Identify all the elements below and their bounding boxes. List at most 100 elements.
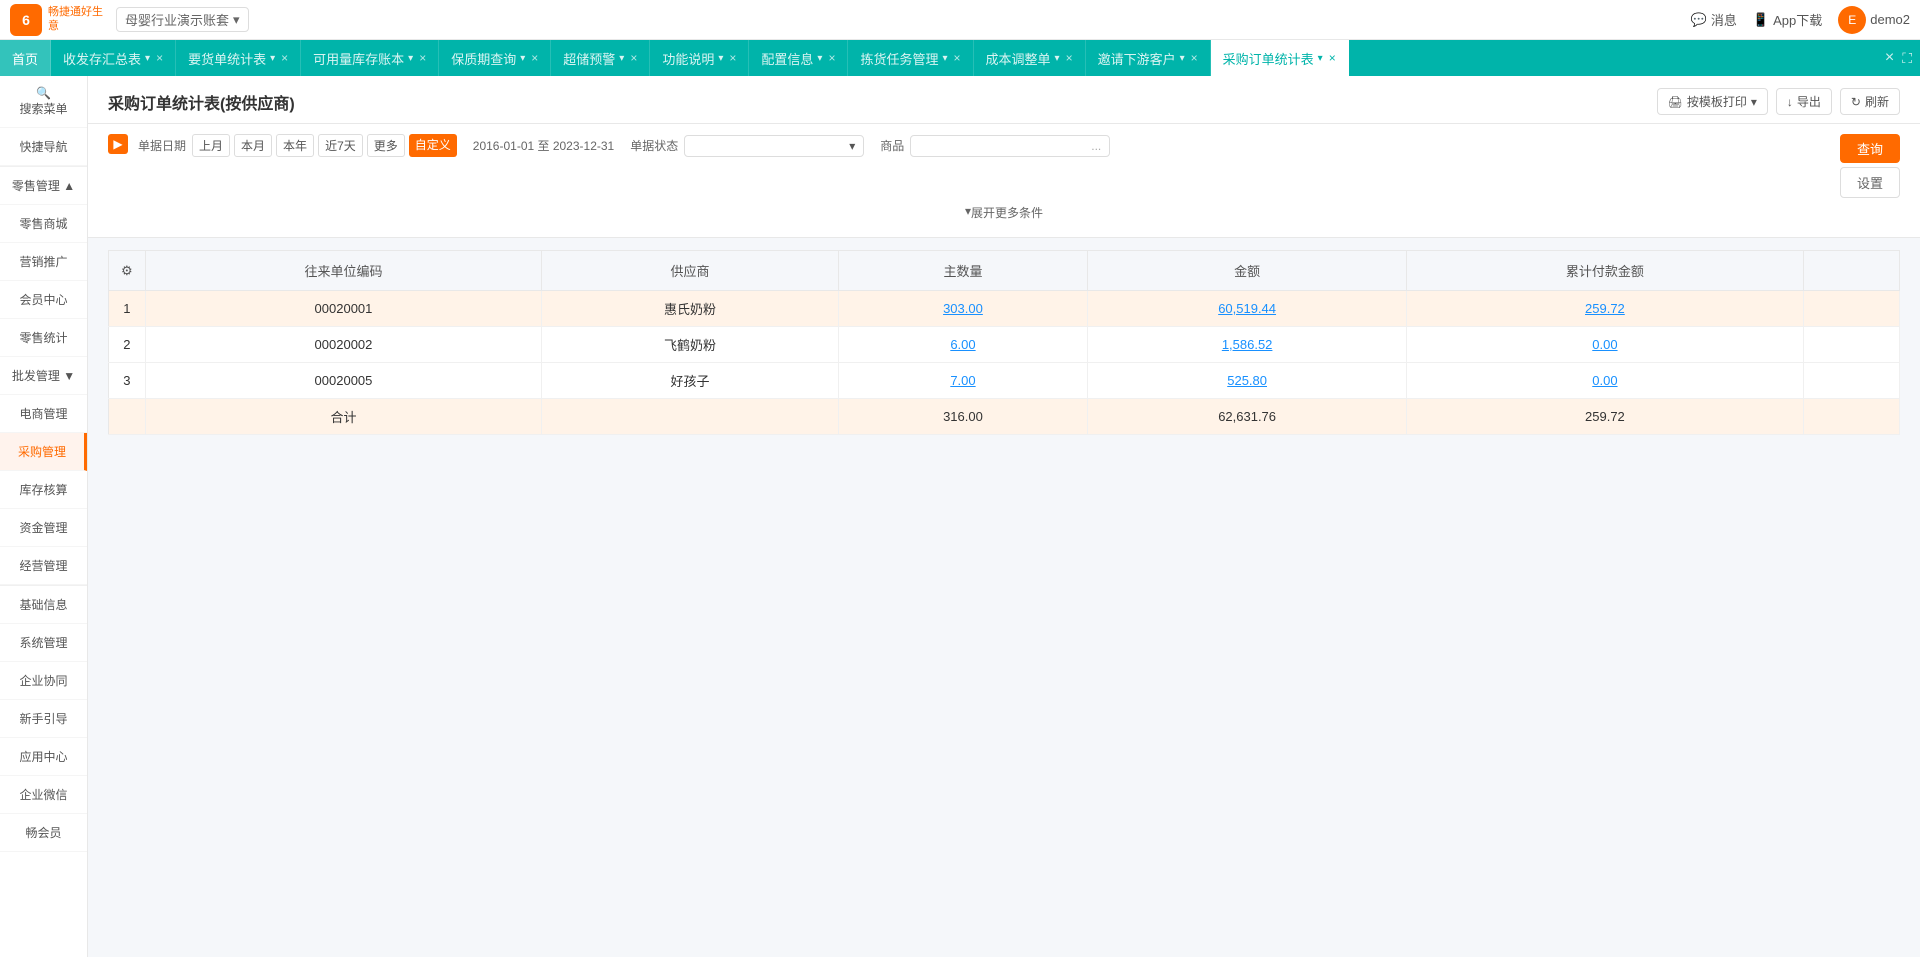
sidebar-item-quick-nav[interactable]: 快捷导航 xyxy=(0,128,87,166)
tab-kyld-close[interactable]: × xyxy=(419,51,426,65)
tab-bqcx[interactable]: 保质期查询 ▾ × xyxy=(439,40,551,76)
cell-amount-2: 525.80 xyxy=(1088,363,1407,399)
link-paid-2[interactable]: 0.00 xyxy=(1592,373,1617,388)
tab-yfhtjb-arrow: ▾ xyxy=(270,53,275,64)
date-btn-this-month[interactable]: 本月 xyxy=(234,134,272,157)
sidebar-item-operations[interactable]: 经营管理 xyxy=(0,547,87,585)
sidebar-item-inventory[interactable]: 库存核算 xyxy=(0,471,87,509)
export-label: 导出 xyxy=(1797,93,1821,110)
tab-cbtz[interactable]: 成本调整单 ▾ × xyxy=(974,40,1086,76)
date-btn-more[interactable]: 更多 xyxy=(367,134,405,157)
link-amount-1[interactable]: 1,586.52 xyxy=(1222,337,1273,352)
tab-cbtz-label: 成本调整单 xyxy=(986,49,1051,68)
message-btn[interactable]: 💬 消息 xyxy=(1691,10,1737,29)
tab-bqcx-close[interactable]: × xyxy=(531,51,538,65)
tab-ccyj-close[interactable]: × xyxy=(630,51,637,65)
tab-yfhtjb-close[interactable]: × xyxy=(281,51,288,65)
sidebar-item-appstore[interactable]: 应用中心 xyxy=(0,738,87,776)
tab-kyld-arrow: ▾ xyxy=(408,53,413,64)
status-filter: 单据状态 ▾ xyxy=(630,135,864,157)
tab-gnms[interactable]: 功能说明 ▾ × xyxy=(650,40,749,76)
tab-cbtz-close[interactable]: × xyxy=(1066,51,1073,65)
sidebar-item-wechat[interactable]: 企业微信 xyxy=(0,776,87,814)
goods-input[interactable]: ... xyxy=(910,135,1110,157)
sidebar-member-label: 会员中心 xyxy=(19,293,67,307)
link-main-qty-2[interactable]: 7.00 xyxy=(950,373,975,388)
sidebar-item-system[interactable]: 系统管理 xyxy=(0,624,87,662)
link-amount-0[interactable]: 60,519.44 xyxy=(1218,301,1276,316)
sidebar-item-enterprise[interactable]: 企业协同 xyxy=(0,662,87,700)
tab-shfhz-close[interactable]: × xyxy=(156,51,163,65)
app-download-btn[interactable]: 📱 App下载 xyxy=(1753,10,1822,29)
sidebar-item-retail-stat[interactable]: 零售统计 xyxy=(0,319,87,357)
sidebar-item-marketing[interactable]: 营销推广 xyxy=(0,243,87,281)
tab-yqxyk[interactable]: 邀请下游客户 ▾ × xyxy=(1086,40,1211,76)
tab-ccyj-label: 超储预警 xyxy=(563,49,615,68)
sidebar-item-retail-shop[interactable]: 零售商城 xyxy=(0,205,87,243)
sidebar-item-wholesale[interactable]: 批发管理 ▼ xyxy=(0,357,87,395)
sidebar-vip-label: 畅会员 xyxy=(25,826,61,840)
cell-supplier-1: 飞鹤奶粉 xyxy=(542,327,839,363)
tab-jhkwrw-close[interactable]: × xyxy=(954,51,961,65)
tab-shfhz-label: 收发存汇总表 xyxy=(63,49,141,68)
goods-more-dots[interactable]: ... xyxy=(1091,139,1101,153)
link-main-qty-0[interactable]: 303.00 xyxy=(943,301,983,316)
sidebar-enterprise-label: 企业协同 xyxy=(19,674,67,688)
print-arrow: ▾ xyxy=(1751,95,1757,109)
sidebar-item-member[interactable]: 会员中心 xyxy=(0,281,87,319)
settings-button[interactable]: 设置 xyxy=(1840,167,1900,198)
gear-icon[interactable]: ⚙ xyxy=(121,263,133,279)
th-unit-code: 往来单位编码 xyxy=(145,251,542,291)
tab-cgdtjb[interactable]: 采购订单统计表 ▾ × xyxy=(1211,40,1349,76)
link-paid-1[interactable]: 0.00 xyxy=(1592,337,1617,352)
tab-yfhtjb[interactable]: 要货单统计表 ▾ × xyxy=(176,40,301,76)
data-table: ⚙ 往来单位编码 供应商 主数量 金额 xyxy=(108,250,1900,435)
export-button[interactable]: ↓ 导出 xyxy=(1776,88,1832,115)
status-select[interactable]: ▾ xyxy=(684,135,864,157)
sidebar-retail-label: 零售管理 ▲ xyxy=(12,179,75,193)
date-btn-this-year[interactable]: 本年 xyxy=(276,134,314,157)
tab-kyld[interactable]: 可用量库存账本 ▾ × xyxy=(301,40,439,76)
refresh-button[interactable]: ↻ 刷新 xyxy=(1840,88,1900,115)
tab-ccyj[interactable]: 超储预警 ▾ × xyxy=(551,40,650,76)
user-area[interactable]: E demo2 xyxy=(1838,6,1910,34)
sidebar-search[interactable]: 🔍 搜索菜单 xyxy=(0,76,87,128)
cell-extra-2 xyxy=(1803,363,1899,399)
sidebar-item-basic[interactable]: 基础信息 xyxy=(0,586,87,624)
tab-yqxyk-close[interactable]: × xyxy=(1191,51,1198,65)
sidebar-inventory-label: 库存核算 xyxy=(19,483,67,497)
tab-gnms-close[interactable]: × xyxy=(729,51,736,65)
tab-gnms-label: 功能说明 xyxy=(662,49,714,68)
tab-jhkwrw[interactable]: 拣货任务管理 ▾ × xyxy=(848,40,973,76)
cell-unit-code-2: 00020005 xyxy=(145,363,542,399)
link-main-qty-1[interactable]: 6.00 xyxy=(950,337,975,352)
tab-cgdtjb-close[interactable]: × xyxy=(1329,51,1336,65)
tab-shfhz[interactable]: 收发存汇总表 ▾ × xyxy=(51,40,176,76)
logo-area: 6 畅捷通好生意 xyxy=(10,4,108,36)
tab-home[interactable]: 首页 xyxy=(0,40,51,76)
sidebar-item-newbie[interactable]: 新手引导 xyxy=(0,700,87,738)
table-container: ⚙ 往来单位编码 供应商 主数量 金额 xyxy=(88,250,1920,957)
print-button[interactable]: 🖨 按模板打印 ▾ xyxy=(1657,88,1768,115)
link-amount-2[interactable]: 525.80 xyxy=(1227,373,1267,388)
link-paid-0[interactable]: 259.72 xyxy=(1585,301,1625,316)
tab-pzxx[interactable]: 配置信息 ▾ × xyxy=(749,40,848,76)
date-btn-7days[interactable]: 近7天 xyxy=(318,134,363,157)
query-button[interactable]: 查询 xyxy=(1840,134,1900,163)
tab-pzxx-close[interactable]: × xyxy=(828,51,835,65)
nav-expand-btn[interactable]: ⛶ xyxy=(1902,50,1912,67)
tab-bqcx-arrow: ▾ xyxy=(520,53,525,64)
sidebar-basic-label: 基础信息 xyxy=(19,598,67,612)
workspace-selector[interactable]: 母婴行业演示账套 ▾ xyxy=(116,7,249,32)
sidebar-item-retail[interactable]: 零售管理 ▲ xyxy=(0,167,87,205)
expand-more-btn[interactable]: ▾ 展开更多条件 xyxy=(108,198,1900,227)
sidebar-item-vip[interactable]: 畅会员 xyxy=(0,814,87,852)
sidebar-item-purchase[interactable]: 采购管理 xyxy=(0,433,87,471)
filter-toggle[interactable]: ▶ xyxy=(108,134,128,154)
th-supplier-label: 供应商 xyxy=(671,264,710,279)
sidebar-item-finance[interactable]: 资金管理 xyxy=(0,509,87,547)
nav-close-all-btn[interactable]: × xyxy=(1885,49,1894,67)
th-amount-label: 金额 xyxy=(1234,264,1260,279)
date-btn-last-month[interactable]: 上月 xyxy=(192,134,230,157)
sidebar-item-ecommerce[interactable]: 电商管理 xyxy=(0,395,87,433)
